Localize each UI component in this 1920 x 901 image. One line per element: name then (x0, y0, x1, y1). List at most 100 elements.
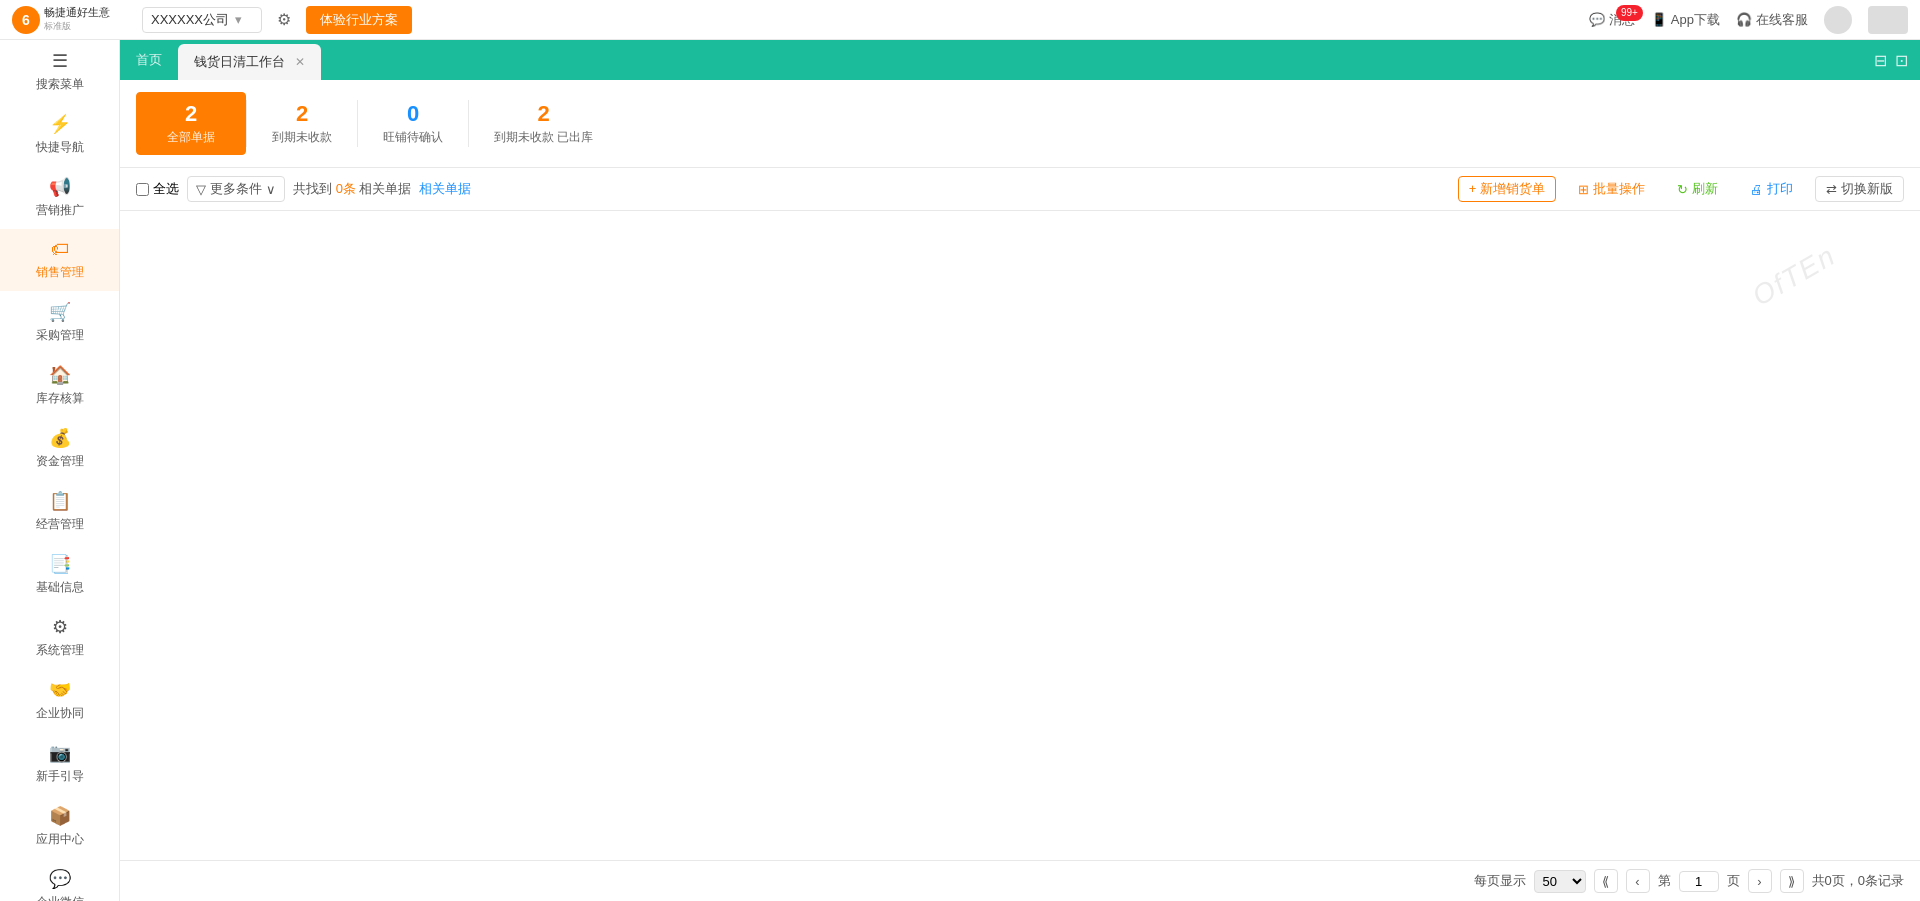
sidebar-search-label: 搜索菜单 (36, 76, 84, 93)
appcenter-icon: 📦 (49, 805, 71, 827)
per-page-select[interactable]: 50 20 100 (1534, 870, 1586, 893)
sidebar: ☰ 搜索菜单 ⚡ 快捷导航 📢 营销推广 🏷 销售管理 🛒 采购管理 🏠 库存核… (0, 40, 120, 901)
inventory-icon: 🏠 (49, 364, 71, 386)
tab-bar: 首页 钱货日清工作台 ✕ ⊟ ⊡ (120, 40, 1920, 80)
logo-text: 畅捷通好生意 (44, 6, 110, 19)
select-all-checkbox[interactable]: 全选 (136, 180, 179, 198)
refresh-button[interactable]: ↻ 刷新 (1667, 177, 1728, 201)
sidebar-item-appcenter[interactable]: 📦 应用中心 (0, 795, 119, 858)
sidebar-item-system[interactable]: ⚙ 系统管理 (0, 606, 119, 669)
switch-new-button[interactable]: ⇄ 切换新版 (1815, 176, 1904, 202)
capital-icon: 💰 (49, 427, 71, 449)
cooperation-icon: 🤝 (49, 679, 71, 701)
related-orders-button[interactable]: 相关单据 (419, 180, 471, 198)
card-wangpu-label: 旺铺待确认 (383, 129, 443, 146)
topbar: 6 畅捷通好生意 标准版 XXXXXX公司 ▾ ⚙ 体验行业方案 💬 消息 99… (0, 0, 1920, 40)
found-count: 0条 (336, 181, 356, 196)
page-next-button[interactable]: › (1748, 869, 1772, 893)
user-menu[interactable] (1868, 6, 1908, 34)
sidebar-item-search[interactable]: ☰ 搜索菜单 (0, 40, 119, 103)
message-item[interactable]: 💬 消息 99+ (1589, 11, 1635, 29)
sidebar-item-sales[interactable]: 🏷 销售管理 (0, 229, 119, 291)
tab-expand-button[interactable]: ⊡ (1895, 51, 1908, 70)
page-label: 页 (1727, 872, 1740, 890)
refresh-icon: ↻ (1677, 182, 1688, 197)
found-text: 共找到 0条 相关单据 (293, 180, 411, 198)
summary-cards: 2 全部单据 2 到期未收款 0 旺铺待确认 2 到期未收款 已出库 (120, 80, 1920, 168)
tab-home[interactable]: 首页 (120, 40, 178, 80)
operation-icon: 📋 (49, 490, 71, 512)
sidebar-item-cooperation[interactable]: 🤝 企业协同 (0, 669, 119, 732)
tab-workbench[interactable]: 钱货日清工作台 ✕ (178, 44, 321, 80)
page-word: 第 (1658, 872, 1671, 890)
online-service-label: 在线客服 (1756, 11, 1808, 29)
topbar-right: 💬 消息 99+ 📱 App下载 🎧 在线客服 (1589, 6, 1908, 34)
sidebar-quicknav-label: 快捷导航 (36, 139, 84, 156)
chevron-down-icon: ∨ (266, 182, 276, 197)
sidebar-item-baseinfo[interactable]: 📑 基础信息 (0, 543, 119, 606)
page-prev-button[interactable]: ‹ (1626, 869, 1650, 893)
sidebar-operation-label: 经营管理 (36, 516, 84, 533)
tab-bar-right: ⊟ ⊡ (1874, 51, 1920, 70)
page-input[interactable] (1679, 871, 1719, 892)
sidebar-item-capital[interactable]: 💰 资金管理 (0, 417, 119, 480)
summary-card-overdue[interactable]: 2 到期未收款 (247, 92, 357, 155)
enterprise-wechat-icon: 💬 (49, 868, 71, 890)
main-layout: ☰ 搜索菜单 ⚡ 快捷导航 📢 营销推广 🏷 销售管理 🛒 采购管理 🏠 库存核… (0, 40, 1920, 901)
page-last-button[interactable]: ⟫ (1780, 869, 1804, 893)
sidebar-guide-label: 新手引导 (36, 768, 84, 785)
sidebar-inventory-label: 库存核算 (36, 390, 84, 407)
app-download-item[interactable]: 📱 App下载 (1651, 11, 1720, 29)
add-sales-button[interactable]: + 新增销货单 (1458, 176, 1556, 202)
sidebar-item-guide[interactable]: 📷 新手引导 (0, 732, 119, 795)
per-page-label: 每页显示 (1474, 872, 1526, 890)
batch-label: 批量操作 (1593, 180, 1645, 198)
tab-close-icon[interactable]: ✕ (295, 55, 305, 69)
toolbar-right: + 新增销货单 ⊞ 批量操作 ↻ 刷新 🖨 打印 ⇄ (1458, 176, 1904, 202)
sidebar-baseinfo-label: 基础信息 (36, 579, 84, 596)
tab-minimize-button[interactable]: ⊟ (1874, 51, 1887, 70)
summary-card-wangpu[interactable]: 0 旺铺待确认 (358, 92, 468, 155)
print-icon: 🖨 (1750, 182, 1763, 197)
card-all-label: 全部单据 (167, 129, 215, 146)
batch-icon: ⊞ (1578, 182, 1589, 197)
sidebar-item-inventory[interactable]: 🏠 库存核算 (0, 354, 119, 417)
sidebar-cooperation-label: 企业协同 (36, 705, 84, 722)
switch-new-label: 切换新版 (1841, 180, 1893, 198)
select-all-label: 全选 (153, 180, 179, 198)
message-badge: 99+ (1616, 5, 1643, 21)
company-name: XXXXXX公司 (151, 11, 229, 29)
card-wangpu-count: 0 (407, 101, 419, 127)
card-shipped-count: 2 (538, 101, 550, 127)
content-area: 首页 钱货日清工作台 ✕ ⊟ ⊡ 2 全部单据 2 (120, 40, 1920, 901)
page-first-button[interactable]: ⟪ (1594, 869, 1618, 893)
avatar[interactable] (1824, 6, 1852, 34)
summary-card-shipped[interactable]: 2 到期未收款 已出库 (469, 92, 618, 155)
card-overdue-label: 到期未收款 (272, 129, 332, 146)
system-icon: ⚙ (52, 616, 68, 638)
company-selector[interactable]: XXXXXX公司 ▾ (142, 7, 262, 33)
sidebar-enterprise-wechat-label: 企业微信 (36, 894, 84, 901)
marketing-icon: 📢 (49, 176, 71, 198)
select-all-input[interactable] (136, 183, 149, 196)
phone-icon: 📱 (1651, 12, 1667, 27)
batch-operation-button[interactable]: ⊞ 批量操作 (1568, 177, 1655, 201)
app-download-label: App下载 (1671, 11, 1720, 29)
trial-button[interactable]: 体验行业方案 (306, 6, 412, 34)
sidebar-item-quicknav[interactable]: ⚡ 快捷导航 (0, 103, 119, 166)
online-service-item[interactable]: 🎧 在线客服 (1736, 11, 1808, 29)
guide-icon: 📷 (49, 742, 71, 764)
pagination: 每页显示 50 20 100 ⟪ ‹ 第 页 › ⟫ 共0页，0条记录 (120, 860, 1920, 901)
print-button[interactable]: 🖨 打印 (1740, 177, 1803, 201)
more-conditions-button[interactable]: ▽ 更多条件 ∨ (187, 176, 285, 202)
total-info: 共0页，0条记录 (1812, 872, 1904, 890)
print-label: 打印 (1767, 180, 1793, 198)
service-icon: 🎧 (1736, 12, 1752, 27)
settings-icon[interactable]: ⚙ (270, 6, 298, 34)
summary-card-all[interactable]: 2 全部单据 (136, 92, 246, 155)
sidebar-item-marketing[interactable]: 📢 营销推广 (0, 166, 119, 229)
sidebar-appcenter-label: 应用中心 (36, 831, 84, 848)
sidebar-item-operation[interactable]: 📋 经营管理 (0, 480, 119, 543)
sidebar-item-enterprise-wechat[interactable]: 💬 企业微信 (0, 858, 119, 901)
sidebar-item-purchase[interactable]: 🛒 采购管理 (0, 291, 119, 354)
